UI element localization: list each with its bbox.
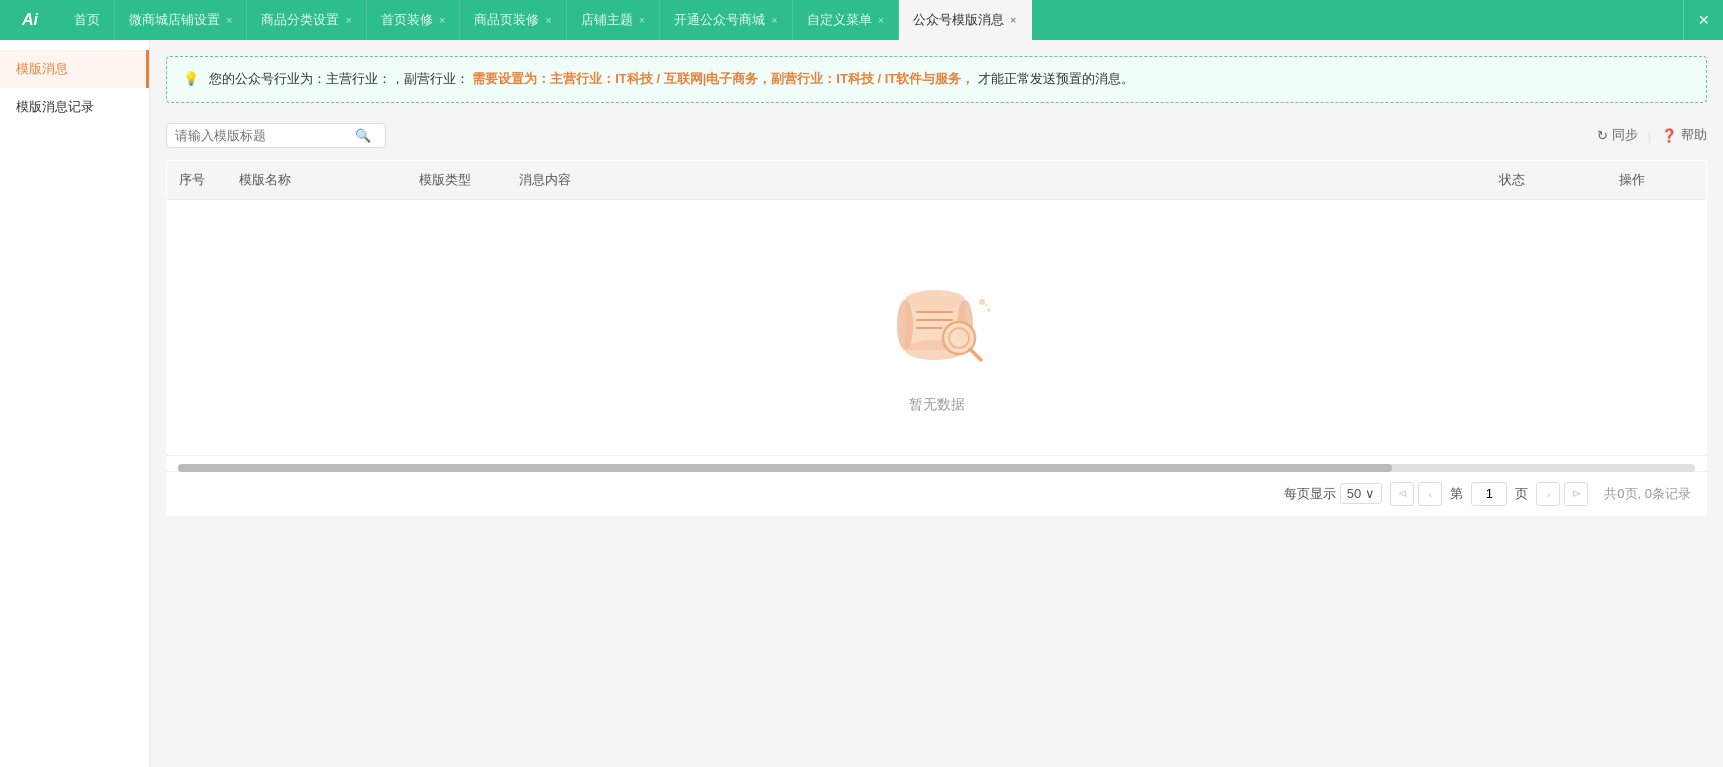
page-size-select: 每页显示 50 ∨	[1284, 483, 1382, 504]
close-all-tabs-button[interactable]: ✕	[1683, 0, 1723, 40]
notice-icon: 💡	[183, 71, 199, 86]
close-tab-open-mall-button[interactable]: ×	[771, 14, 777, 26]
page-unit: 页	[1515, 485, 1528, 503]
empty-state: 暂无数据	[167, 200, 1706, 454]
data-table: 序号 模版名称 模版类型 消息内容 状态 操作	[166, 160, 1707, 455]
notice-suffix: 才能正常发送预置的消息。	[978, 71, 1134, 86]
horizontal-scrollbar[interactable]	[166, 455, 1707, 471]
col-status: 状态	[1487, 160, 1607, 199]
dropdown-arrow: ∨	[1365, 486, 1375, 501]
page-size-label: 每页显示	[1284, 485, 1336, 503]
content-area: 💡 您的公众号行业为：主营行业：，副营行业： 需要设置为：主营行业：IT科技 /…	[150, 40, 1723, 767]
help-icon: ❓	[1661, 128, 1677, 143]
scrollbar-thumb[interactable]	[178, 464, 1392, 472]
sidebar: 模版消息模版消息记录	[0, 40, 150, 767]
empty-text: 暂无数据	[909, 396, 965, 414]
empty-state-row: 暂无数据	[167, 199, 1707, 454]
search-input[interactable]	[175, 128, 355, 143]
first-page-button[interactable]: ⊲	[1390, 482, 1414, 506]
sidebar-item-template-record[interactable]: 模版消息记录	[0, 88, 149, 126]
sync-icon: ↻	[1597, 128, 1608, 143]
col-content: 消息内容	[507, 160, 1487, 199]
notice-prefix: 您的公众号行业为：主营行业：，副营行业：	[209, 71, 469, 86]
svg-line-10	[970, 349, 981, 360]
notice-highlight: 需要设置为：主营行业：IT科技 / 互联网|电子商务，副营行业：IT科技 / I…	[472, 71, 974, 86]
notice-box: 💡 您的公众号行业为：主营行业：，副营行业： 需要设置为：主营行业：IT科技 /…	[166, 56, 1707, 103]
help-label: 帮助	[1681, 126, 1707, 144]
search-bar: 🔍 ↻ 同步 | ❓ 帮助	[166, 123, 1707, 148]
svg-line-13	[985, 304, 987, 306]
close-tab-custom-menu-button[interactable]: ×	[878, 14, 884, 26]
help-button[interactable]: ❓ 帮助	[1661, 126, 1707, 144]
nav-tab-home[interactable]: 首页	[60, 0, 115, 40]
close-tab-template-msg-button[interactable]: ×	[1010, 14, 1016, 26]
close-tab-home-decor-button[interactable]: ×	[439, 14, 445, 26]
close-tab-product-decor-button[interactable]: ×	[545, 14, 551, 26]
col-index: 序号	[167, 160, 227, 199]
close-tab-category-settings-button[interactable]: ×	[345, 14, 351, 26]
app-logo: Ai	[0, 0, 60, 40]
nav-tab-template-msg[interactable]: 公众号模版消息×	[899, 0, 1031, 40]
col-action: 操作	[1607, 160, 1707, 199]
scrollbar-track	[178, 464, 1695, 472]
close-tab-store-theme-button[interactable]: ×	[639, 14, 645, 26]
divider: |	[1648, 128, 1651, 143]
svg-point-12	[987, 308, 991, 312]
table-header-row: 序号 模版名称 模版类型 消息内容 状态 操作	[167, 160, 1707, 199]
col-name: 模版名称	[227, 160, 407, 199]
page-size-dropdown[interactable]: 50 ∨	[1340, 483, 1382, 504]
search-input-wrap: 🔍	[166, 123, 386, 148]
nav-tab-shop-settings[interactable]: 微商城店铺设置×	[115, 0, 247, 40]
nav-tab-category-settings[interactable]: 商品分类设置×	[247, 0, 366, 40]
search-icon[interactable]: 🔍	[355, 128, 371, 143]
main-layout: 模版消息模版消息记录 💡 您的公众号行业为：主营行业：，副营行业： 需要设置为：…	[0, 40, 1723, 767]
empty-illustration	[877, 260, 997, 380]
nav-tab-custom-menu[interactable]: 自定义菜单×	[793, 0, 899, 40]
prev-page-button[interactable]: ‹	[1418, 482, 1442, 506]
nav-tab-store-theme[interactable]: 店铺主题×	[567, 0, 660, 40]
nav-tab-open-mall[interactable]: 开通公众号商城×	[660, 0, 792, 40]
page-size-value: 50	[1347, 486, 1361, 501]
nav-tab-home-decor[interactable]: 首页装修×	[367, 0, 460, 40]
total-info: 共0页, 0条记录	[1604, 485, 1691, 503]
close-tab-shop-settings-button[interactable]: ×	[226, 14, 232, 26]
page-navigation: ⊲ ‹ 第 页 › ⊳	[1390, 482, 1588, 506]
page-label: 第	[1450, 485, 1463, 503]
page-number-input[interactable]	[1471, 482, 1507, 506]
svg-point-11	[979, 299, 985, 305]
sidebar-item-template-msg[interactable]: 模版消息	[0, 50, 149, 88]
search-actions: ↻ 同步 | ❓ 帮助	[1597, 126, 1707, 144]
sync-button[interactable]: ↻ 同步	[1597, 126, 1638, 144]
last-page-button[interactable]: ⊳	[1564, 482, 1588, 506]
top-navigation: Ai 首页微商城店铺设置×商品分类设置×首页装修×商品页装修×店铺主题×开通公众…	[0, 0, 1723, 40]
next-page-button[interactable]: ›	[1536, 482, 1560, 506]
nav-tab-product-decor[interactable]: 商品页装修×	[460, 0, 566, 40]
col-type: 模版类型	[407, 160, 507, 199]
sync-label: 同步	[1612, 126, 1638, 144]
pagination: 每页显示 50 ∨ ⊲ ‹ 第 页 › ⊳ 共0页, 0条记录	[166, 471, 1707, 516]
svg-point-3	[897, 300, 913, 350]
